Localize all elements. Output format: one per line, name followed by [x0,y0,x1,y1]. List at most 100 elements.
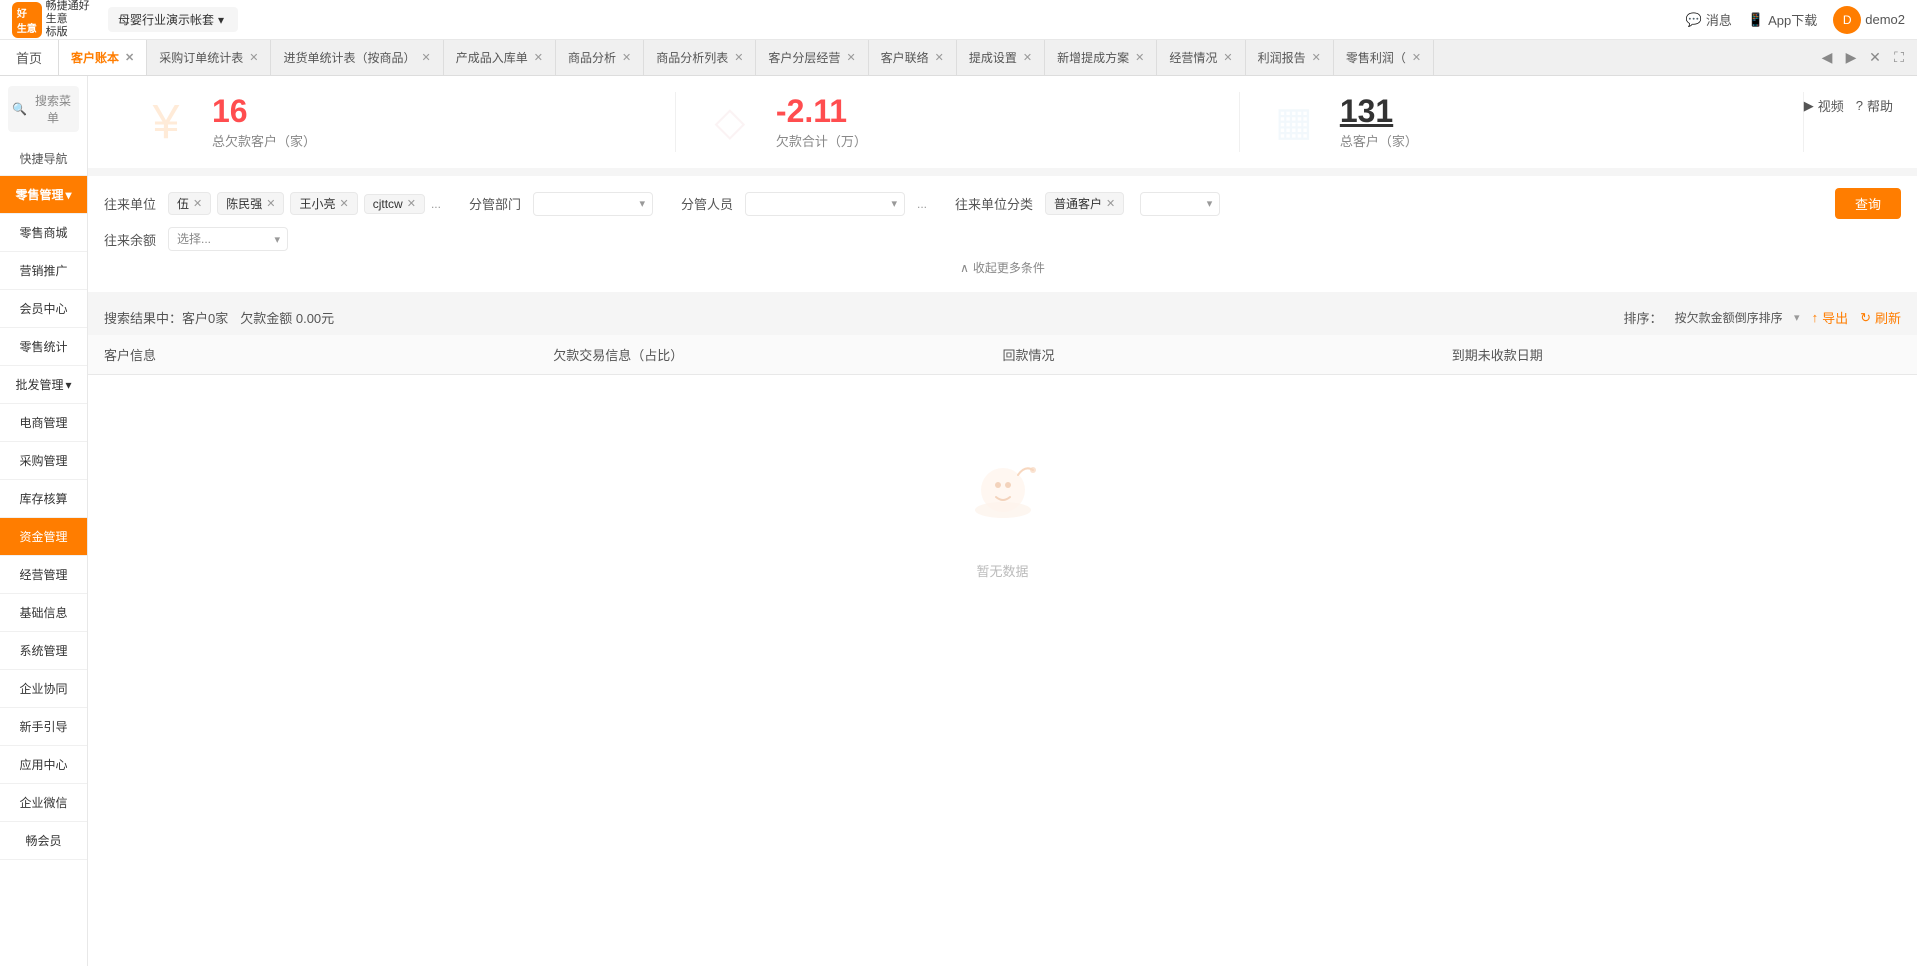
logo-area: 好生意 畅捷通好生意 标版 [12,0,100,39]
stat-label-total: 总客户（家） [1340,131,1418,150]
filter-person-select[interactable] [745,192,905,216]
sidebar-item-operation[interactable]: 经营管理 [0,556,87,594]
close-tab-operations[interactable]: ✕ [1223,51,1232,64]
close-tab-retail-profit[interactable]: ✕ [1412,51,1421,64]
tab-operations[interactable]: 经营情况 ✕ [1157,40,1245,75]
customer-icon: ¥ [136,92,196,152]
empty-state: 暂无数据 [88,375,1917,660]
sidebar-quick-nav[interactable]: 快捷导航 [0,142,87,176]
col-debt-info: 欠款交易信息（占比） [553,345,1002,364]
sidebar-item-enterprise-collab[interactable]: 企业协同 [0,670,87,708]
sidebar-item-purchase[interactable]: 采购管理 [0,442,87,480]
remove-tag-normal[interactable]: ✕ [1106,197,1115,210]
filter-tag-chen: 陈民强 ✕ [217,192,284,215]
close-tab-stock[interactable]: ✕ [422,51,431,64]
filter-tag-wu: 伍 ✕ [168,192,211,215]
remove-tag-wang[interactable]: ✕ [340,197,349,210]
filter-area: 往来单位 伍 ✕ 陈民强 ✕ 王小亮 ✕ cjttcw [88,176,1917,292]
app-download-button[interactable]: 📱 App下载 [1748,10,1817,29]
tab-bar: 首页 客户账本 ✕ 采购订单统计表 ✕ 进货单统计表（按商品） ✕ 产成品入库单… [0,40,1917,76]
remove-tag-cjttcw[interactable]: ✕ [407,197,416,210]
filter-type-select[interactable] [1140,192,1220,216]
close-tab-product-analysis[interactable]: ✕ [622,51,631,64]
tab-close-all-button[interactable]: ✕ [1865,48,1885,68]
tab-profit-report[interactable]: 利润报告 ✕ [1246,40,1334,75]
sidebar-search-area: 🔍 搜索菜单 [0,76,87,142]
filter-balance-select-wrap: 选择... [168,227,288,251]
remove-tag-chen[interactable]: ✕ [266,197,275,210]
tab-customer-segment[interactable]: 客户分层经营 ✕ [756,40,868,75]
tab-stock-stats[interactable]: 进货单统计表（按商品） ✕ [271,40,443,75]
sidebar-item-new-guide[interactable]: 新手引导 [0,708,87,746]
sort-select[interactable]: 按欠款金额倒序排序 [1675,311,1800,325]
stat-value-total: 131 [1340,95,1418,127]
user-menu[interactable]: D demo2 [1833,6,1905,34]
result-bar: 搜索结果中：客户0家 欠款金额 0.00元 排序： 按欠款金额倒序排序 ↑ 导出… [88,300,1917,335]
search-menu-button[interactable]: 🔍 搜索菜单 [8,86,79,132]
filter-dept-select[interactable] [533,192,653,216]
tab-next-button[interactable]: ▶ [1841,48,1861,68]
close-tab-improve-settings[interactable]: ✕ [1023,51,1032,64]
query-button[interactable]: 查询 [1835,188,1901,219]
sidebar-item-finance[interactable]: 资金管理 [0,518,87,556]
sidebar-item-basic-info[interactable]: 基础信息 [0,594,87,632]
tab-customer-accounts[interactable]: 客户账本 ✕ [59,40,147,75]
sidebar-item-retail-stats[interactable]: 零售统计 [0,328,87,366]
workspace-selector[interactable]: 母婴行业演示帐套 ▾ [108,7,238,32]
filter-tag-normal-customer: 普通客户 ✕ [1045,192,1124,215]
filter-balance-select[interactable]: 选择... [168,227,288,251]
tab-fullscreen-button[interactable]: ⛶ [1889,48,1909,68]
tab-product-analysis[interactable]: 商品分析 ✕ [556,40,644,75]
remove-tag-wu[interactable]: ✕ [193,197,202,210]
sidebar-item-marketing[interactable]: 营销推广 [0,252,87,290]
search-icon: 🔍 [12,102,27,116]
bell-icon: 💬 [1686,12,1702,28]
close-tab-customer-contact[interactable]: ✕ [935,51,944,64]
sidebar-item-wholesale-mgmt[interactable]: 批发管理 ▾ [0,366,87,404]
close-tab-new-improve[interactable]: ✕ [1135,51,1144,64]
sidebar-item-retail-mgmt[interactable]: 零售管理 ▾ [0,176,87,214]
filter-person-more[interactable]: ... [917,197,927,211]
help-link[interactable]: ? 帮助 [1856,96,1893,115]
close-tab-product-analysis-list[interactable]: ✕ [734,51,743,64]
sidebar: 🔍 搜索菜单 快捷导航 零售管理 ▾ 零售商城 营销推广 会员中心 零售统计 批… [0,76,88,966]
stat-label-customers: 总欠款客户（家） [212,131,316,150]
filter-label-dept: 分管部门 [469,194,521,213]
close-tab-customer-segment[interactable]: ✕ [846,51,855,64]
sidebar-item-enterprise-wechat[interactable]: 企业微信 [0,784,87,822]
tab-home[interactable]: 首页 [0,40,59,75]
export-button[interactable]: ↑ 导出 [1812,308,1849,327]
sidebar-item-sys-mgmt[interactable]: 系统管理 [0,632,87,670]
collapse-button[interactable]: ∧ 收起更多条件 [104,255,1901,280]
video-link[interactable]: ▶ 视频 [1804,96,1844,115]
col-due-date: 到期未收款日期 [1452,345,1901,364]
tab-product-stock-in[interactable]: 产成品入库单 ✕ [444,40,556,75]
close-tab-profit-report[interactable]: ✕ [1312,51,1321,64]
chevron-icon: ▾ [65,188,71,202]
messages-button[interactable]: 💬 消息 [1686,10,1732,29]
sidebar-item-member-center[interactable]: 会员中心 [0,290,87,328]
sidebar-item-inventory[interactable]: 库存核算 [0,480,87,518]
chevron-up-icon: ∧ [960,261,969,275]
sidebar-item-ecommerce[interactable]: 电商管理 [0,404,87,442]
chevron-down-icon: ▾ [218,13,224,27]
tab-product-analysis-list[interactable]: 商品分析列表 ✕ [644,40,756,75]
tab-improve-settings[interactable]: 提成设置 ✕ [957,40,1045,75]
close-tab-customer-accounts[interactable]: ✕ [125,51,134,64]
stat-card-amount: ◇ -2.11 欠款合计（万） [676,92,1240,152]
sidebar-item-chang-member[interactable]: 畅会员 [0,822,87,860]
tab-retail-profit[interactable]: 零售利润（ ✕ [1334,40,1434,75]
filter-more-btn[interactable]: ... [431,197,441,211]
sidebar-item-retail-mall[interactable]: 零售商城 [0,214,87,252]
close-tab-product[interactable]: ✕ [534,51,543,64]
tab-customer-contact[interactable]: 客户联络 ✕ [869,40,957,75]
empty-text: 暂无数据 [976,561,1028,580]
tab-purchase-order-stats[interactable]: 采购订单统计表 ✕ [147,40,271,75]
tab-prev-button[interactable]: ◀ [1817,48,1837,68]
sidebar-item-app-center[interactable]: 应用中心 [0,746,87,784]
refresh-button[interactable]: ↻ 刷新 [1860,308,1901,327]
close-tab-purchase[interactable]: ✕ [249,51,258,64]
top-right-actions: 💬 消息 📱 App下载 D demo2 [1686,6,1905,34]
tab-new-improve[interactable]: 新增提成方案 ✕ [1045,40,1157,75]
top-header: 好生意 畅捷通好生意 标版 母婴行业演示帐套 ▾ 💬 消息 📱 App下载 D … [0,0,1917,40]
